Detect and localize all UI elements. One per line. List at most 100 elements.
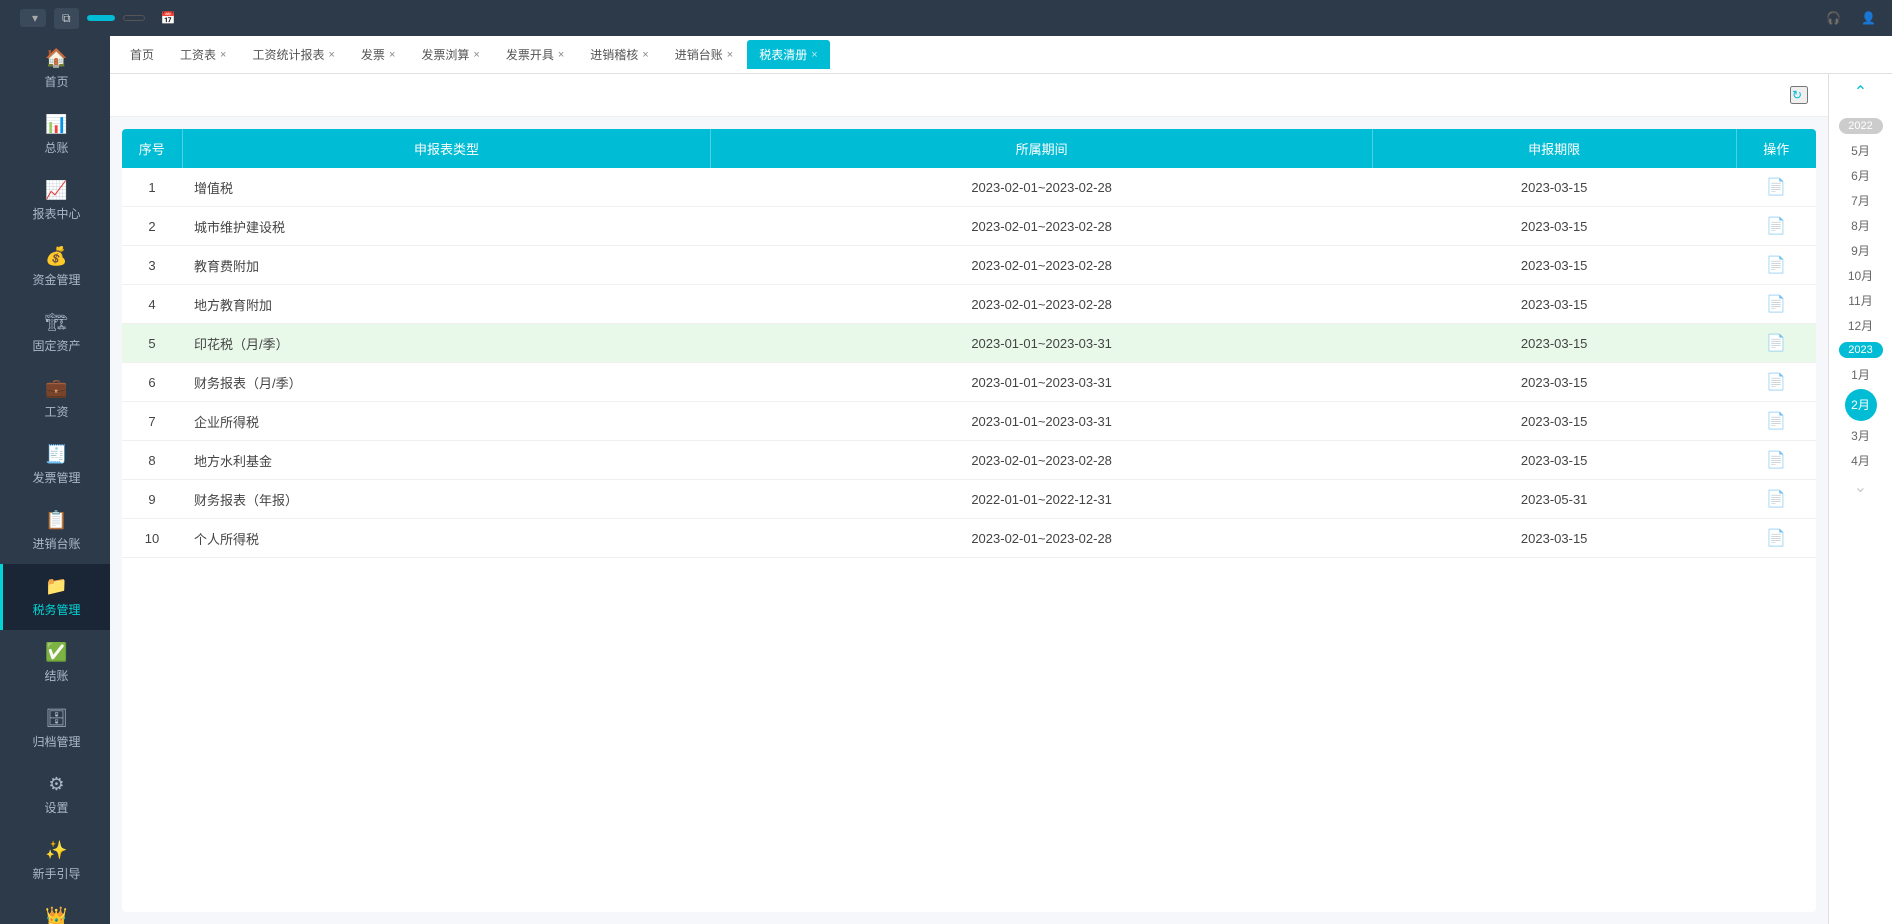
refresh-button[interactable]: ↻ <box>1790 86 1808 104</box>
sidebar-item-进销台账[interactable]: 📋进销台账 <box>0 498 110 564</box>
row-period: 2023-02-01~2023-02-28 <box>711 207 1372 246</box>
sidebar-icon-9: ✅ <box>45 642 67 663</box>
calendar-icon[interactable]: 📅 <box>161 11 176 25</box>
sidebar-label: 固定资产 <box>32 337 80 354</box>
sidebar-item-结账[interactable]: ✅ 结账 <box>0 630 110 696</box>
rs-year-2022[interactable]: 2022 <box>1839 118 1883 134</box>
row-no: 1 <box>122 168 182 207</box>
tab-工资表[interactable]: 工资表× <box>168 40 238 69</box>
avatar: 👤 <box>1861 11 1876 25</box>
sidebar-item-归档管理[interactable]: 🗄归档管理 <box>0 696 110 762</box>
row-no: 3 <box>122 246 182 285</box>
row-type: 个人所得税 <box>182 519 711 558</box>
row-type: 企业所得税 <box>182 402 711 441</box>
row-action[interactable]: 📄 <box>1736 441 1816 480</box>
tab-close-btn[interactable]: × <box>558 49 564 61</box>
row-action[interactable]: 📄 <box>1736 402 1816 441</box>
tab-进销稽核[interactable]: 进销稽核× <box>578 40 660 69</box>
tab-税表清册[interactable]: 税表清册× <box>747 40 829 69</box>
action-doc-icon[interactable]: 📄 <box>1766 179 1786 196</box>
copy-icon-btn[interactable]: ⧉ <box>54 8 79 29</box>
rs-month-1月[interactable]: 1月 <box>1839 362 1883 387</box>
sidebar-item-发票管理[interactable]: 🧾发票管理 <box>0 432 110 498</box>
row-no: 6 <box>122 363 182 402</box>
tab-close-btn[interactable]: × <box>473 49 479 61</box>
tab-close-btn[interactable]: × <box>328 49 334 61</box>
tab-close-btn[interactable]: × <box>389 49 395 61</box>
tab-label: 发票浏算 <box>421 46 469 63</box>
tab-发票[interactable]: 发票 × <box>349 40 407 69</box>
rs-month-11月[interactable]: 11月 <box>1839 288 1883 313</box>
tab-label: 发票 <box>361 46 385 63</box>
ai-consult-btn[interactable]: 🎧 <box>1826 11 1845 25</box>
sidebar-item-资金管理[interactable]: 💰资金管理 <box>0 234 110 300</box>
action-doc-icon[interactable]: 📄 <box>1766 218 1786 235</box>
tab-工资统计报表[interactable]: 工资统计报表× <box>240 40 346 69</box>
rs-month-5月[interactable]: 5月 <box>1839 138 1883 163</box>
rs-month-8月[interactable]: 8月 <box>1839 213 1883 238</box>
row-type: 增值税 <box>182 168 711 207</box>
rs-month-12月[interactable]: 12月 <box>1839 313 1883 338</box>
row-action[interactable]: 📄 <box>1736 246 1816 285</box>
sidebar-item-工资[interactable]: 💼工资 <box>0 366 110 432</box>
action-doc-icon[interactable]: 📄 <box>1766 491 1786 508</box>
row-no: 10 <box>122 519 182 558</box>
row-deadline: 2023-03-15 <box>1372 246 1736 285</box>
tab-发票开具[interactable]: 发票开具× <box>494 40 576 69</box>
row-action[interactable]: 📄 <box>1736 519 1816 558</box>
action-doc-icon[interactable]: 📄 <box>1766 296 1786 313</box>
rs-month-9月[interactable]: 9月 <box>1839 238 1883 263</box>
action-doc-icon[interactable]: 📄 <box>1766 374 1786 391</box>
sidebar-item-总账[interactable]: 📊总账 <box>0 102 110 168</box>
tab-发票浏算[interactable]: 发票浏算 × <box>409 40 491 69</box>
sidebar-label: 税务管理 <box>32 601 80 618</box>
period-display: 📅 <box>153 11 176 25</box>
rs-month-6月[interactable]: 6月 <box>1839 163 1883 188</box>
tab-label: 进销台账 <box>675 46 723 63</box>
scroll-down-btn[interactable]: ⌄ <box>1854 477 1867 497</box>
sidebar-item-税务管理[interactable]: 📁税务管理 <box>0 564 110 630</box>
sidebar-label: 工资 <box>44 403 68 420</box>
action-doc-icon[interactable]: 📄 <box>1766 530 1786 547</box>
row-no: 5 <box>122 324 182 363</box>
action-doc-icon[interactable]: 📄 <box>1766 452 1786 469</box>
rs-month-3月[interactable]: 3月 <box>1839 423 1883 448</box>
tab-close-btn[interactable]: × <box>811 49 817 61</box>
sidebar-label: 结账 <box>44 667 68 684</box>
row-action[interactable]: 📄 <box>1736 324 1816 363</box>
tab-进销台账[interactable]: 进销台账 × <box>663 40 745 69</box>
row-action[interactable]: 📄 <box>1736 363 1816 402</box>
tab-close-btn[interactable]: × <box>727 49 733 61</box>
row-action[interactable]: 📄 <box>1736 480 1816 519</box>
switch-old-button[interactable] <box>123 15 145 21</box>
row-deadline: 2023-03-15 <box>1372 363 1736 402</box>
action-doc-icon[interactable]: 📄 <box>1766 413 1786 430</box>
tab-首页[interactable]: 首页 <box>118 40 166 69</box>
sidebar-item-固定资产[interactable]: 🏗固定资产 <box>0 300 110 366</box>
tab-close-btn[interactable]: × <box>642 49 648 61</box>
rs-year-2023[interactable]: 2023 <box>1839 342 1883 358</box>
sidebar-item-首页[interactable]: 🏠首页 <box>0 36 110 102</box>
rs-month-10月[interactable]: 10月 <box>1839 263 1883 288</box>
sidebar-item-畅会员[interactable]: 👑畅会员 <box>0 894 110 924</box>
action-doc-icon[interactable]: 📄 <box>1766 257 1786 274</box>
row-action[interactable]: 📄 <box>1736 207 1816 246</box>
rs-month-7月[interactable]: 7月 <box>1839 188 1883 213</box>
sidebar-item-设置[interactable]: ⚙设置 <box>0 762 110 828</box>
row-period: 2023-01-01~2023-03-31 <box>711 363 1372 402</box>
company-selector[interactable]: ▾ <box>20 9 46 27</box>
workstation-button[interactable] <box>87 15 115 21</box>
table-col-header: 所属期间 <box>711 129 1372 168</box>
sidebar-item-新手引导[interactable]: ✨新手引导 <box>0 828 110 894</box>
user-menu[interactable]: 👤 <box>1861 11 1880 25</box>
scroll-up-btn[interactable]: ⌃ <box>1854 82 1867 102</box>
sidebar-label: 新手引导 <box>32 865 80 882</box>
rs-month-4月[interactable]: 4月 <box>1839 448 1883 473</box>
action-doc-icon[interactable]: 📄 <box>1766 335 1786 352</box>
tab-close-btn[interactable]: × <box>220 49 226 61</box>
row-action[interactable]: 📄 <box>1736 168 1816 207</box>
chevron-down-icon: ▾ <box>32 11 38 25</box>
row-action[interactable]: 📄 <box>1736 285 1816 324</box>
sidebar-item-报表中心[interactable]: 📈报表中心 <box>0 168 110 234</box>
rs-month-2月[interactable]: 2月 <box>1845 389 1877 421</box>
